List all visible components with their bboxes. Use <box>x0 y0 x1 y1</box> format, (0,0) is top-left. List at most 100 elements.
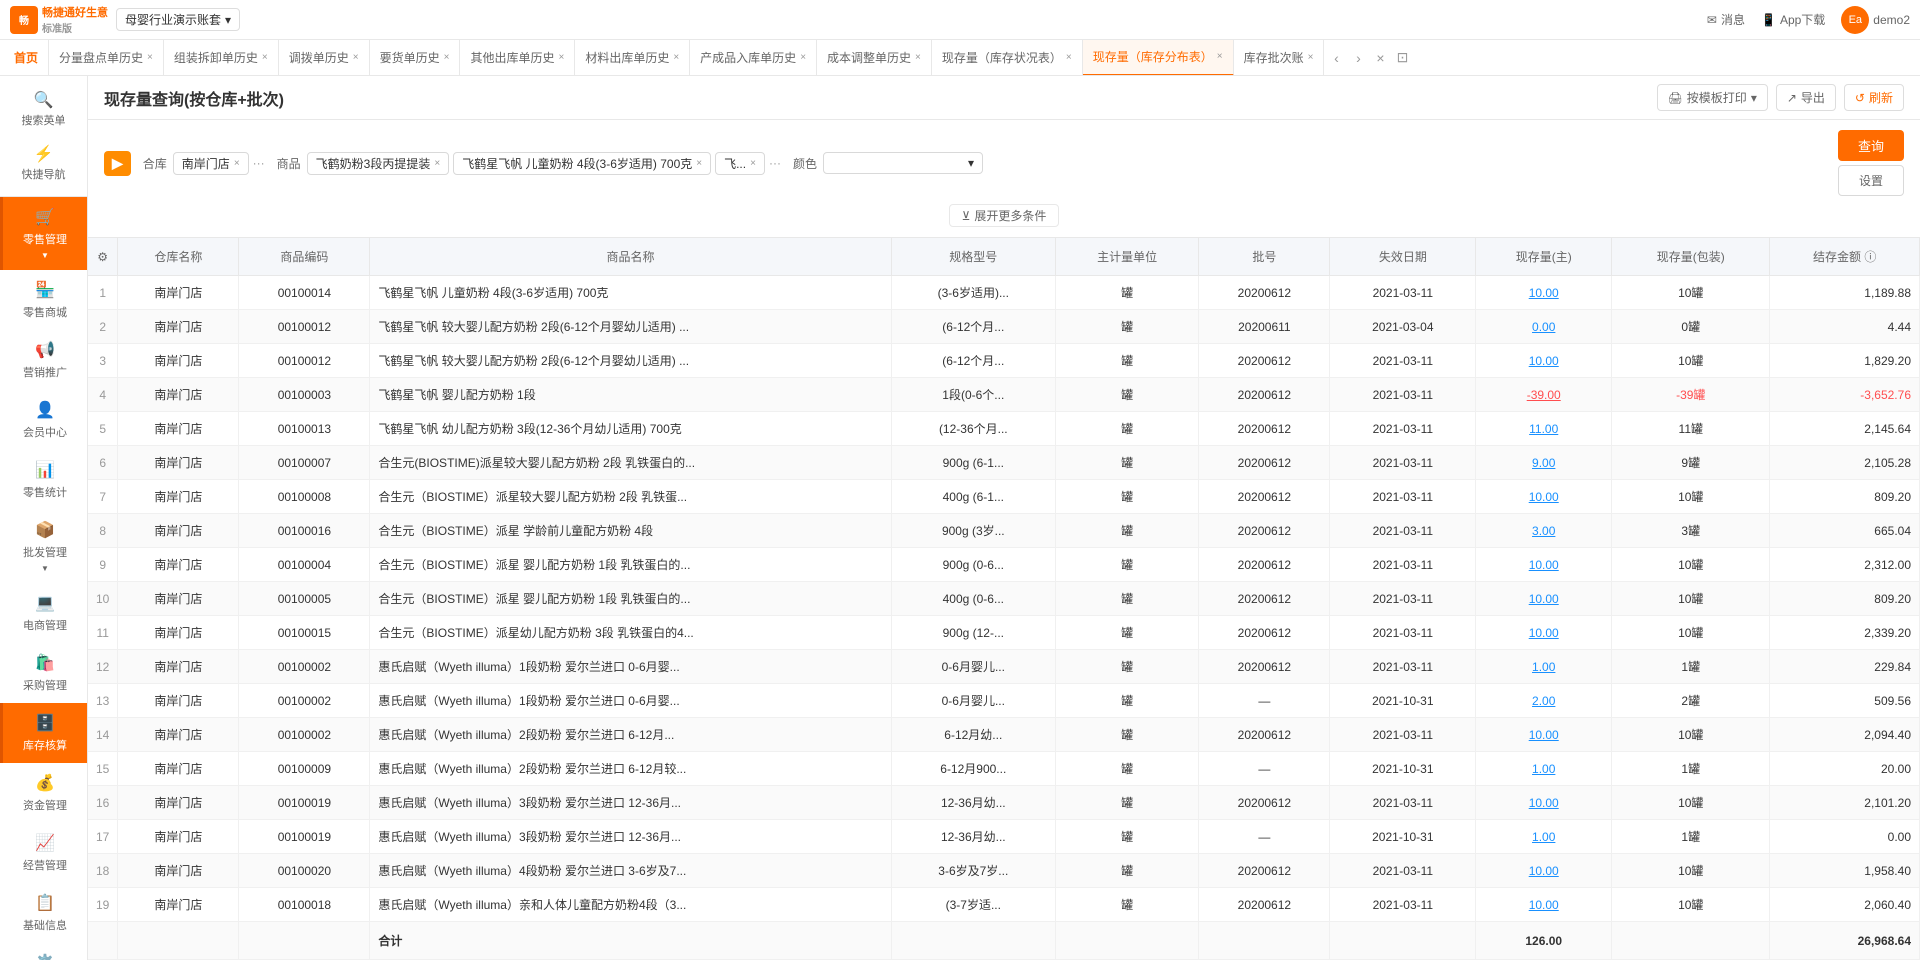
cell-qty-main[interactable]: 0.00 <box>1476 310 1612 344</box>
sidebar-search-btn[interactable]: 🔍 搜索英单 <box>4 84 83 134</box>
filter-expand-btn[interactable]: ▶ <box>104 151 131 176</box>
sidebar-item-inventory[interactable]: 🗄️ 库存核算 <box>0 703 87 763</box>
tab-yaohuo[interactable]: 要货单历史 × <box>370 40 461 76</box>
tab-cailiaochu[interactable]: 材料出库单历史 × <box>575 40 690 76</box>
close-icon[interactable]: × <box>800 52 806 63</box>
industry-selector[interactable]: 母婴行业演示账套 ▾ <box>116 8 240 31</box>
sidebar-search-label: 搜索英单 <box>22 112 66 128</box>
cell-name: 惠氏启赋（Wyeth illuma）2段奶粉 爱尔兰进口 6-12月... <box>370 718 891 752</box>
expand-more-btn[interactable]: ⊻ 展开更多条件 <box>949 204 1060 227</box>
tag-close-icon[interactable]: × <box>696 158 702 169</box>
close-icon[interactable]: × <box>915 52 921 63</box>
cell-qty-main[interactable]: 9.00 <box>1476 446 1612 480</box>
settings-btn[interactable]: 设置 <box>1838 165 1904 196</box>
cell-qty-pkg: 10罐 <box>1612 582 1770 616</box>
close-icon[interactable]: × <box>1217 51 1223 62</box>
tag-close-icon[interactable]: × <box>434 158 440 169</box>
cell-qty-main[interactable]: 10.00 <box>1476 888 1612 922</box>
search-btn[interactable]: 查询 <box>1838 130 1904 161</box>
dropdown-icon: ▾ <box>968 156 974 170</box>
sum-label: 合计 <box>370 922 891 960</box>
tab-xianzaifenbu[interactable]: 现存量（库存分布表） × <box>1083 40 1234 76</box>
cell-unit: 罐 <box>1056 480 1199 514</box>
table-container[interactable]: ⚙ 仓库名称 商品编码 商品名称 规格型号 主计量单位 批号 失效日期 现存量(… <box>88 238 1920 960</box>
sidebar-item-wholesale[interactable]: 📦 批发管理 ▼ <box>0 510 87 583</box>
tab-prev-icon[interactable]: ‹ <box>1326 40 1346 76</box>
tab-expand-icon[interactable]: ⊡ <box>1392 40 1412 76</box>
cell-amount: 2,312.00 <box>1770 548 1920 582</box>
filter-more-icon[interactable]: ··· <box>253 156 265 170</box>
cell-qty-main[interactable]: 10.00 <box>1476 616 1612 650</box>
sidebar-nav-btn[interactable]: ⚡ 快捷导航 <box>4 138 83 188</box>
product-label: 商品 <box>277 155 301 172</box>
cell-expire: 2021-03-04 <box>1330 310 1476 344</box>
cell-qty-main[interactable]: 10.00 <box>1476 786 1612 820</box>
cell-unit: 罐 <box>1056 446 1199 480</box>
message-btn[interactable]: ✉ 消息 <box>1707 11 1745 28</box>
cell-unit: 罐 <box>1056 548 1199 582</box>
cell-qty-main[interactable]: 11.00 <box>1476 412 1612 446</box>
close-icon[interactable]: × <box>353 52 359 63</box>
cell-qty-main[interactable]: 10.00 <box>1476 854 1612 888</box>
sidebar-item-purchase[interactable]: 🛍️ 采购管理 <box>0 643 87 703</box>
tab-qita[interactable]: 其他出库单历史 × <box>460 40 575 76</box>
app-download-btn[interactable]: 📱 App下载 <box>1761 11 1825 28</box>
cell-expire: 2021-03-11 <box>1330 514 1476 548</box>
col-expire: 失效日期 <box>1330 238 1476 276</box>
close-icon[interactable]: × <box>262 52 268 63</box>
tab-close-all-icon[interactable]: × <box>1370 40 1390 76</box>
filter-color: 颜色 ▾ <box>793 152 983 174</box>
cell-qty-main[interactable]: 1.00 <box>1476 820 1612 854</box>
sidebar-item-label: 零售商城 <box>23 304 67 320</box>
sidebar-item-finance[interactable]: 💰 资金管理 <box>0 763 87 823</box>
tab-home[interactable]: 首页 <box>4 40 49 76</box>
cell-qty-main[interactable]: 10.00 <box>1476 718 1612 752</box>
sidebar-item-system[interactable]: ⚙️ 系统管理 <box>0 943 87 960</box>
sidebar-item-basic[interactable]: 📋 基础信息 <box>0 883 87 943</box>
filter-product-more-icon[interactable]: ··· <box>769 156 781 170</box>
sidebar-item-ecommerce[interactable]: 💻 电商管理 <box>0 583 87 643</box>
template-print-btn[interactable]: 🖨 按模板打印 ▾ <box>1657 84 1768 111</box>
sidebar-item-member[interactable]: 👤 会员中心 <box>0 390 87 450</box>
cell-qty-main[interactable]: 10.00 <box>1476 276 1612 310</box>
cell-spec: (6-12个月... <box>891 310 1055 344</box>
tag-close-icon[interactable]: × <box>234 158 240 169</box>
close-icon[interactable]: × <box>673 52 679 63</box>
tab-pici[interactable]: 库存批次账 × <box>1234 40 1325 76</box>
cell-qty-main[interactable]: 1.00 <box>1476 650 1612 684</box>
close-icon[interactable]: × <box>147 52 153 63</box>
cell-qty-main[interactable]: 10.00 <box>1476 548 1612 582</box>
cell-qty-main[interactable]: -39.00 <box>1476 378 1612 412</box>
sidebar-item-retail-stats[interactable]: 📊 零售统计 <box>0 450 87 510</box>
cell-qty-main[interactable]: 10.00 <box>1476 480 1612 514</box>
tab-next-icon[interactable]: › <box>1348 40 1368 76</box>
close-icon[interactable]: × <box>1066 52 1072 63</box>
settings-icon[interactable]: ⚙ <box>97 250 108 264</box>
sidebar-item-retail-mgmt[interactable]: 🛒 零售管理 ▼ <box>0 197 87 270</box>
table-row: 1 南岸门店 00100014 飞鹤星飞帆 儿童奶粉 4段(3-6岁适用) 70… <box>88 276 1920 310</box>
cell-qty-main[interactable]: 10.00 <box>1476 344 1612 378</box>
cell-no: 2 <box>88 310 118 344</box>
close-icon[interactable]: × <box>558 52 564 63</box>
sidebar-item-retail-shop[interactable]: 🏪 零售商城 <box>0 270 87 330</box>
tab-chengben[interactable]: 成本调整单历史 × <box>817 40 932 76</box>
cell-qty-main[interactable]: 3.00 <box>1476 514 1612 548</box>
sidebar-item-marketing[interactable]: 📢 营销推广 <box>0 330 87 390</box>
color-select[interactable]: ▾ <box>823 152 983 174</box>
cell-spec: 6-12月900... <box>891 752 1055 786</box>
user-area[interactable]: Ea demo2 <box>1841 6 1910 34</box>
refresh-btn[interactable]: ↺ 刷新 <box>1844 84 1904 111</box>
export-btn[interactable]: ↗ 导出 <box>1776 84 1836 111</box>
cell-qty-main[interactable]: 10.00 <box>1476 582 1612 616</box>
cell-qty-main[interactable]: 1.00 <box>1476 752 1612 786</box>
close-icon[interactable]: × <box>1308 52 1314 63</box>
tab-xianzaikucun[interactable]: 现存量（库存状况表） × <box>932 40 1083 76</box>
tag-close-icon[interactable]: × <box>750 158 756 169</box>
tab-tiaopo[interactable]: 调拨单历史 × <box>279 40 370 76</box>
sidebar-item-operation[interactable]: 📈 经营管理 <box>0 823 87 883</box>
tab-fenpan[interactable]: 分量盘点单历史 × <box>49 40 164 76</box>
close-icon[interactable]: × <box>444 52 450 63</box>
cell-qty-main[interactable]: 2.00 <box>1476 684 1612 718</box>
tab-zuhe[interactable]: 组装拆卸单历史 × <box>164 40 279 76</box>
tab-chanpinru[interactable]: 产成品入库单历史 × <box>690 40 817 76</box>
